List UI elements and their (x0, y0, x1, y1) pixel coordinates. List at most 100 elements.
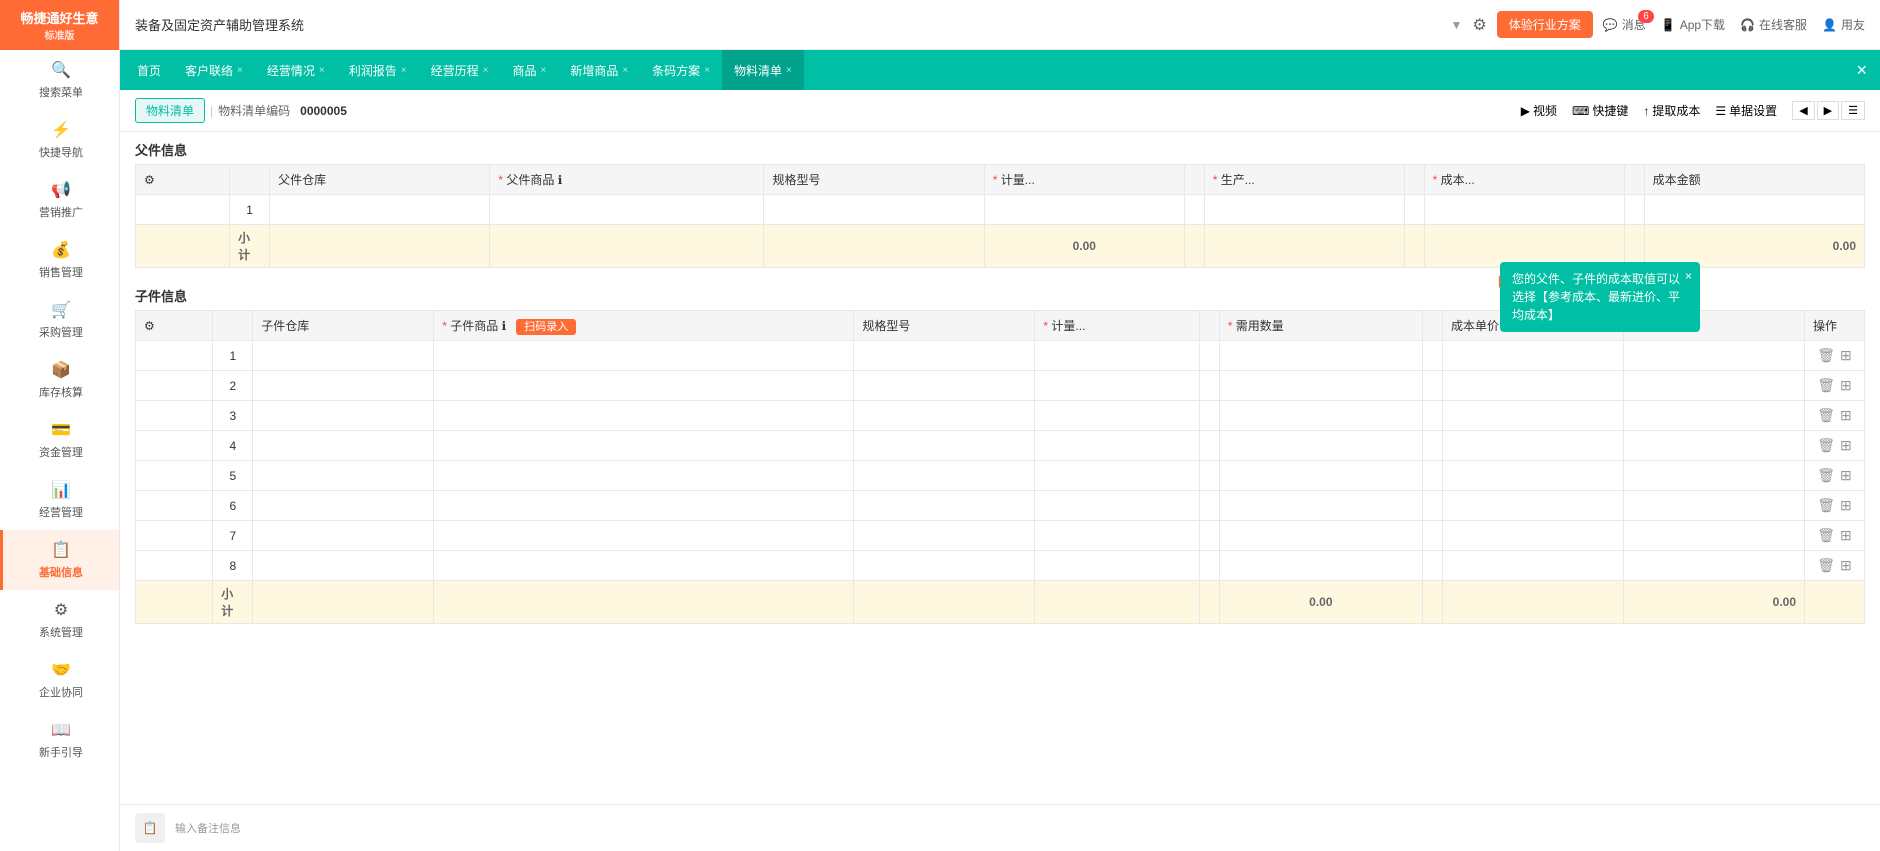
child-row3-price[interactable] (1442, 401, 1623, 431)
child-row7-delete-icon[interactable]: 🗑 (1817, 527, 1835, 544)
child-row8-copy-icon[interactable]: ⊞ (1840, 557, 1852, 574)
child-row1-warehouse[interactable] (253, 341, 434, 371)
nav-tab-6[interactable]: 新增商品× (558, 50, 640, 90)
child-row6-price[interactable] (1442, 491, 1623, 521)
child-row3-spec[interactable] (854, 401, 1035, 431)
child-row2-price[interactable] (1442, 371, 1623, 401)
child-row8-spec[interactable] (854, 551, 1035, 581)
child-row4-amount[interactable] (1623, 431, 1804, 461)
child-row4-product[interactable] (434, 431, 854, 461)
gear-icon[interactable]: ⚙ (1472, 15, 1486, 35)
child-row7-unit[interactable] (1035, 521, 1199, 551)
sidebar-item-6[interactable]: 💳资金管理 (0, 410, 119, 470)
child-row1-product[interactable] (434, 341, 854, 371)
child-row6-spec[interactable] (854, 491, 1035, 521)
child-row5-amount[interactable] (1623, 461, 1804, 491)
nav-tab-5[interactable]: 商品× (500, 50, 558, 90)
child-row5-delete-icon[interactable]: 🗑 (1817, 467, 1835, 484)
child-row8-qty[interactable] (1219, 551, 1422, 581)
parent-row1-cost-amount[interactable] (1644, 195, 1864, 225)
child-row2-copy-icon[interactable]: ⊞ (1840, 377, 1852, 394)
sidebar-item-4[interactable]: 🛒采购管理 (0, 290, 119, 350)
close-icon[interactable]: × (1685, 267, 1692, 285)
list-view-button[interactable]: ☰ (1841, 101, 1865, 120)
child-row1-spec[interactable] (854, 341, 1035, 371)
close-all-tabs-button[interactable]: × (1848, 60, 1875, 81)
child-col-settings[interactable]: ⚙ (136, 311, 213, 341)
single-settings-button[interactable]: ☰ 单据设置 (1715, 102, 1777, 119)
child-row8-delete-icon[interactable]: 🗑 (1817, 557, 1835, 574)
child-row3-delete-icon[interactable]: 🗑 (1817, 407, 1835, 424)
sidebar-item-3[interactable]: 💰销售管理 (0, 230, 119, 290)
nav-tab-close-1[interactable]: × (237, 65, 243, 76)
scan-button[interactable]: 扫码录入 (516, 319, 576, 335)
child-row2-qty[interactable] (1219, 371, 1422, 401)
child-row6-unit[interactable] (1035, 491, 1199, 521)
child-row5-warehouse[interactable] (253, 461, 434, 491)
child-row1-delete-icon[interactable]: 🗑 (1817, 347, 1835, 364)
shortcut-button[interactable]: ⌨ 快捷键 (1572, 102, 1628, 119)
child-row5-price[interactable] (1442, 461, 1623, 491)
child-row4-copy-icon[interactable]: ⊞ (1840, 437, 1852, 454)
child-row4-qty[interactable] (1219, 431, 1422, 461)
parent-row1-cost[interactable] (1424, 195, 1624, 225)
child-row5-spec[interactable] (854, 461, 1035, 491)
child-row1-unit[interactable] (1035, 341, 1199, 371)
child-row6-qty[interactable] (1219, 491, 1422, 521)
child-row3-warehouse[interactable] (253, 401, 434, 431)
child-row8-amount[interactable] (1623, 551, 1804, 581)
child-row3-qty[interactable] (1219, 401, 1422, 431)
child-row3-copy-icon[interactable]: ⊞ (1840, 407, 1852, 424)
user-button[interactable]: 👤 用友 (1822, 16, 1865, 33)
child-row4-warehouse[interactable] (253, 431, 434, 461)
parent-row1-warehouse[interactable] (270, 195, 490, 225)
nav-tab-close-6[interactable]: × (622, 65, 628, 76)
child-row5-qty[interactable] (1219, 461, 1422, 491)
child-row5-product[interactable] (434, 461, 854, 491)
child-row8-product[interactable] (434, 551, 854, 581)
app-download-button[interactable]: 📱 App下载 (1661, 16, 1725, 33)
sidebar-item-1[interactable]: ⚡快捷导航 (0, 110, 119, 170)
sidebar-item-0[interactable]: 🔍搜索菜单 (0, 50, 119, 110)
nav-tab-close-3[interactable]: × (401, 65, 407, 76)
child-row6-delete-icon[interactable]: 🗑 (1817, 497, 1835, 514)
child-row7-qty[interactable] (1219, 521, 1422, 551)
parent-row1-production[interactable] (1204, 195, 1404, 225)
nav-tab-close-8[interactable]: × (786, 65, 792, 76)
child-row7-price[interactable] (1442, 521, 1623, 551)
sidebar-item-8[interactable]: 📋基础信息 (0, 530, 119, 590)
child-row1-amount[interactable] (1623, 341, 1804, 371)
child-row7-copy-icon[interactable]: ⊞ (1840, 527, 1852, 544)
child-row4-delete-icon[interactable]: 🗑 (1817, 437, 1835, 454)
child-row1-qty[interactable] (1219, 341, 1422, 371)
trial-button[interactable]: 体验行业方案 (1497, 11, 1593, 38)
sidebar-item-9[interactable]: ⚙系统管理 (0, 590, 119, 650)
sidebar-item-2[interactable]: 📢营销推广 (0, 170, 119, 230)
child-row4-unit[interactable] (1035, 431, 1199, 461)
child-row6-copy-icon[interactable]: ⊞ (1840, 497, 1852, 514)
dropdown-arrow[interactable]: ▼ (1451, 18, 1463, 32)
sidebar-item-5[interactable]: 📦库存核算 (0, 350, 119, 410)
message-button[interactable]: 💬 消息 6 (1603, 16, 1646, 33)
child-row6-warehouse[interactable] (253, 491, 434, 521)
parent-row1-spec[interactable] (764, 195, 984, 225)
child-row2-product[interactable] (434, 371, 854, 401)
bottom-icon[interactable]: 📋 (135, 813, 165, 843)
child-row3-unit[interactable] (1035, 401, 1199, 431)
parent-row1-product[interactable] (490, 195, 764, 225)
child-row3-amount[interactable] (1623, 401, 1804, 431)
child-row2-warehouse[interactable] (253, 371, 434, 401)
sidebar-item-11[interactable]: 📖新手引导 (0, 710, 119, 770)
nav-tab-0[interactable]: 首页 (125, 50, 173, 90)
child-row7-product[interactable] (434, 521, 854, 551)
child-row1-copy-icon[interactable]: ⊞ (1840, 347, 1852, 364)
nav-tab-4[interactable]: 经营历程× (419, 50, 501, 90)
child-row1-price[interactable] (1442, 341, 1623, 371)
child-row6-amount[interactable] (1623, 491, 1804, 521)
nav-tab-3[interactable]: 利润报告× (337, 50, 419, 90)
child-row4-spec[interactable] (854, 431, 1035, 461)
child-row2-unit[interactable] (1035, 371, 1199, 401)
view-button[interactable]: ▶ 视频 (1521, 102, 1557, 119)
nav-tab-close-4[interactable]: × (483, 65, 489, 76)
child-row2-spec[interactable] (854, 371, 1035, 401)
